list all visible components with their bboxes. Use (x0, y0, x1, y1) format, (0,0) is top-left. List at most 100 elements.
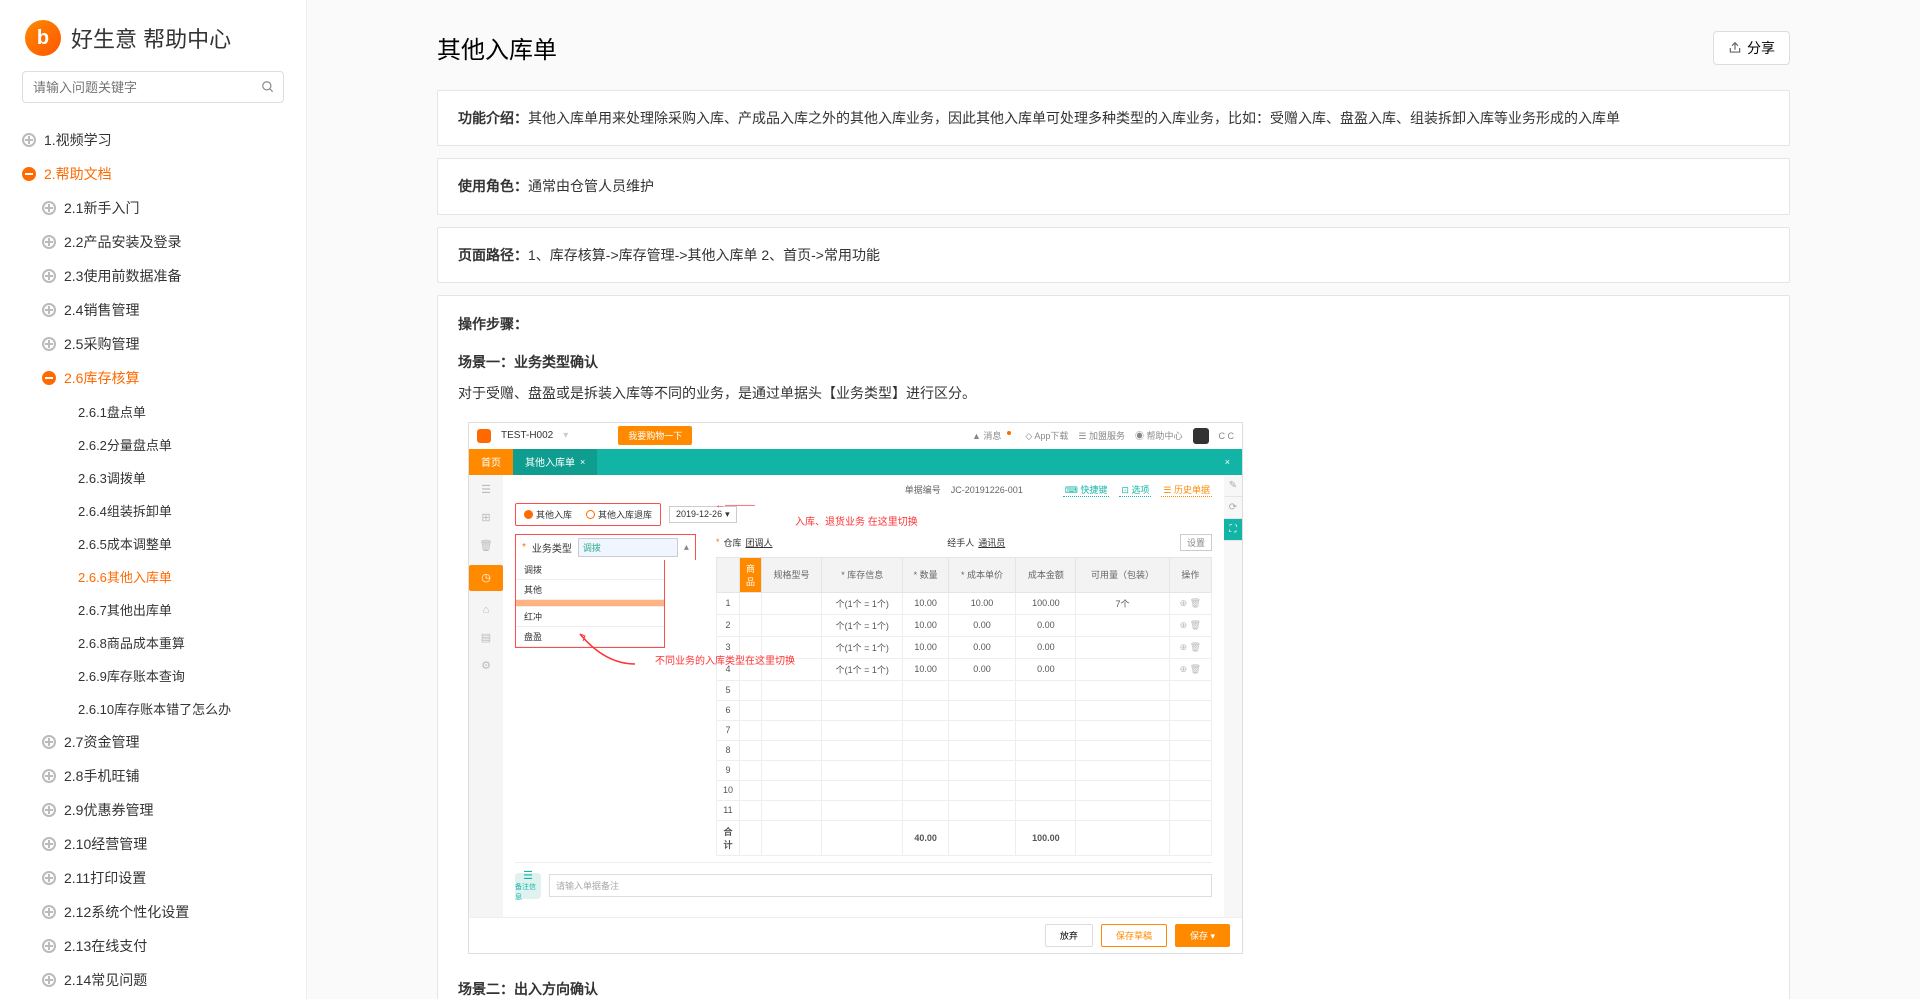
nav-2-8[interactable]: 2.8手机旺铺 (22, 759, 284, 793)
annotation-arrow-2 (575, 629, 645, 669)
main-content: 其他入库单 分享 功能介绍：其他入库单用来处理除采购入库、产成品入库之外的其他入… (307, 0, 1920, 999)
nav-2-6-4[interactable]: 2.6.4组装拆卸单 (22, 494, 284, 527)
nav-2-2[interactable]: 2.2产品安装及登录 (22, 225, 284, 259)
side-icon-6: ▤ (477, 629, 495, 647)
steps-box: 操作步骤： 场景一：业务类型确认 对于受赠、盘盈或是拆装入库等不同的业务，是通过… (437, 295, 1790, 999)
action-option: ⊡ 选项 (1119, 483, 1151, 497)
app-right-float: ✎ ⟳ ⛶ (1224, 475, 1242, 917)
share-button[interactable]: 分享 (1713, 31, 1790, 65)
side-icon-7: ⚙ (477, 657, 495, 675)
nav-2-1[interactable]: 2.1新手入门 (22, 191, 284, 225)
logo-text: 好生意 帮助中心 (71, 22, 231, 54)
side-icon-2: ⊞ (477, 509, 495, 527)
side-icon-3: 🗑 (477, 537, 495, 555)
share-icon (1728, 41, 1742, 55)
radio-group-type: 其他入库 其他入库退库 (515, 503, 661, 526)
nav-2-6-7[interactable]: 2.6.7其他出库单 (22, 593, 284, 626)
side-icon-5: ⌂ (477, 601, 495, 619)
nav-2-4[interactable]: 2.4销售管理 (22, 293, 284, 327)
remark-icon: ☰备注信息 (515, 873, 541, 899)
nav-2-13[interactable]: 2.13在线支付 (22, 929, 284, 963)
drop-item-4: 红冲 (516, 607, 664, 627)
annotation-text-2: 不同业务的入库类型在这里切换 (655, 652, 795, 667)
search-box[interactable] (22, 71, 284, 103)
nav-2-6[interactable]: 2.6库存核算 (22, 361, 284, 395)
app-tab-home: 首页 (469, 449, 513, 475)
nav-2-3[interactable]: 2.3使用前数据准备 (22, 259, 284, 293)
logo-icon: b (25, 20, 61, 56)
app-logo-icon (477, 429, 491, 443)
action-history: ☰ 历史单据 (1161, 483, 1212, 497)
app-screenshot: TEST-H002 ▾ 我要购物一下 ▲ 消息 ◇ App下载 ☰ 加盟服务 ◉… (468, 422, 1243, 954)
app-promo-button: 我要购物一下 (618, 426, 692, 445)
nav-2-7[interactable]: 2.7资金管理 (22, 725, 284, 759)
drop-item-1: 调拨 (516, 560, 664, 580)
nav-2-6-3[interactable]: 2.6.3调拨单 (22, 461, 284, 494)
side-icon-1: ☰ (477, 481, 495, 499)
role-text: 通常由仓管人员维护 (528, 178, 654, 194)
app-menu-msg: ▲ 消息 (972, 429, 1001, 442)
app-menu-join: ☰ 加盟服务 (1078, 429, 1125, 442)
nav-2-6-6[interactable]: 2.6.6其他入库单 (22, 560, 284, 593)
drop-item-2: 其他 (516, 580, 664, 600)
nav-2-11[interactable]: 2.11打印设置 (22, 861, 284, 895)
app-user: C C (1219, 431, 1235, 441)
app-menu-help: ◉ 帮助中心 (1135, 429, 1183, 442)
radio-in: 其他入库 (524, 508, 572, 521)
setting-button: 设置 (1180, 534, 1212, 551)
doc-no: JC-20191226-001 (951, 485, 1023, 495)
action-shortcut: ⌨ 快捷键 (1063, 483, 1110, 497)
remark-row: ☰备注信息 请输入单据备注 (515, 862, 1212, 909)
biz-type-field: *业务类型 调拨▴ (515, 534, 696, 560)
annotation-text-1: 入库、退货业务 在这里切换 (795, 513, 918, 528)
role-label: 使用角色： (458, 178, 528, 194)
app-draft-button: 保存草稿 (1101, 924, 1167, 947)
path-text: 1、库存核算->库存管理->其他入库单 2、首页->常用功能 (528, 247, 880, 263)
path-box: 页面路径：1、库存核算->库存管理->其他入库单 2、首页->常用功能 (437, 227, 1790, 283)
avatar-icon (1193, 428, 1209, 444)
nav-2-6-5[interactable]: 2.6.5成本调整单 (22, 527, 284, 560)
nav-2-12[interactable]: 2.12系统个性化设置 (22, 895, 284, 929)
warehouse-field: *仓库 团调人 (716, 534, 773, 551)
float-icon-2: ⟳ (1224, 497, 1242, 519)
nav-video-learning[interactable]: 1.视频学习 (22, 123, 284, 157)
nav-2-6-1[interactable]: 2.6.1盘点单 (22, 395, 284, 428)
search-input[interactable] (23, 72, 283, 102)
nav-2-5[interactable]: 2.5采购管理 (22, 327, 284, 361)
steps-title: 操作步骤： (458, 314, 1769, 334)
side-icon-active: ◷ (469, 565, 503, 591)
close-icon: × (580, 457, 585, 467)
app-footer: 放弃 保存草稿 保存 ▾ (469, 917, 1242, 953)
remark-input: 请输入单据备注 (549, 874, 1212, 897)
biz-type-input: 调拨 (578, 538, 678, 557)
nav-2-6-8[interactable]: 2.6.8商品成本重算 (22, 626, 284, 659)
intro-text: 其他入库单用来处理除采购入库、产成品入库之外的其他入库业务，因此其他入库单可处理… (528, 110, 1620, 126)
radio-return: 其他入库退库 (586, 508, 652, 521)
app-tab-close: × (1213, 449, 1242, 475)
app-menu-download: ◇ App下载 (1025, 429, 1068, 442)
nav-2-9[interactable]: 2.9优惠券管理 (22, 793, 284, 827)
app-topbar: TEST-H002 ▾ 我要购物一下 ▲ 消息 ◇ App下载 ☰ 加盟服务 ◉… (469, 423, 1242, 449)
nav-2-6-2[interactable]: 2.6.2分量盘点单 (22, 428, 284, 461)
path-label: 页面路径： (458, 247, 528, 263)
app-test-label: TEST-H002 (501, 430, 553, 441)
intro-box: 功能介绍：其他入库单用来处理除采购入库、产成品入库之外的其他入库业务，因此其他入… (437, 90, 1790, 146)
nav-help-docs[interactable]: 2.帮助文档 (22, 157, 284, 191)
nav-2-14[interactable]: 2.14常见问题 (22, 963, 284, 997)
float-icon-3: ⛶ (1224, 519, 1242, 541)
app-data-table: 商品 规格型号* 库存信息 * 数量* 成本单价 成本金额可用量（包装）操作 1… (716, 557, 1212, 856)
annotation-arrow-1: ←――― (715, 500, 755, 511)
app-tab-active: 其他入库单 × (513, 449, 597, 475)
app-sidebar: ☰ ⊞ 🗑 ◷ ⌂ ▤ ⚙ (469, 475, 503, 917)
app-main: 单据编号 JC-20191226-001 ⌨ 快捷键 ⊡ 选项 ☰ 历史单据 其… (503, 475, 1224, 917)
nav-2-6-9[interactable]: 2.6.9库存账本查询 (22, 659, 284, 692)
page-title: 其他入库单 (437, 30, 557, 65)
drop-item-3 (516, 600, 664, 607)
nav-2-10[interactable]: 2.10经营管理 (22, 827, 284, 861)
scene1-text: 对于受赠、盘盈或是拆装入库等不同的业务，是通过单据头【业务类型】进行区分。 (458, 380, 1769, 407)
nav-tree: 1.视频学习 2.帮助文档 2.1新手入门 2.2产品安装及登录 2.3使用前数… (0, 118, 306, 999)
nav-2-6-10[interactable]: 2.6.10库存账本错了怎么办 (22, 692, 284, 725)
app-cancel-button: 放弃 (1045, 924, 1093, 947)
scene1-title: 场景一：业务类型确认 (458, 352, 1769, 372)
app-tabs: 首页 其他入库单 × × (469, 449, 1242, 475)
